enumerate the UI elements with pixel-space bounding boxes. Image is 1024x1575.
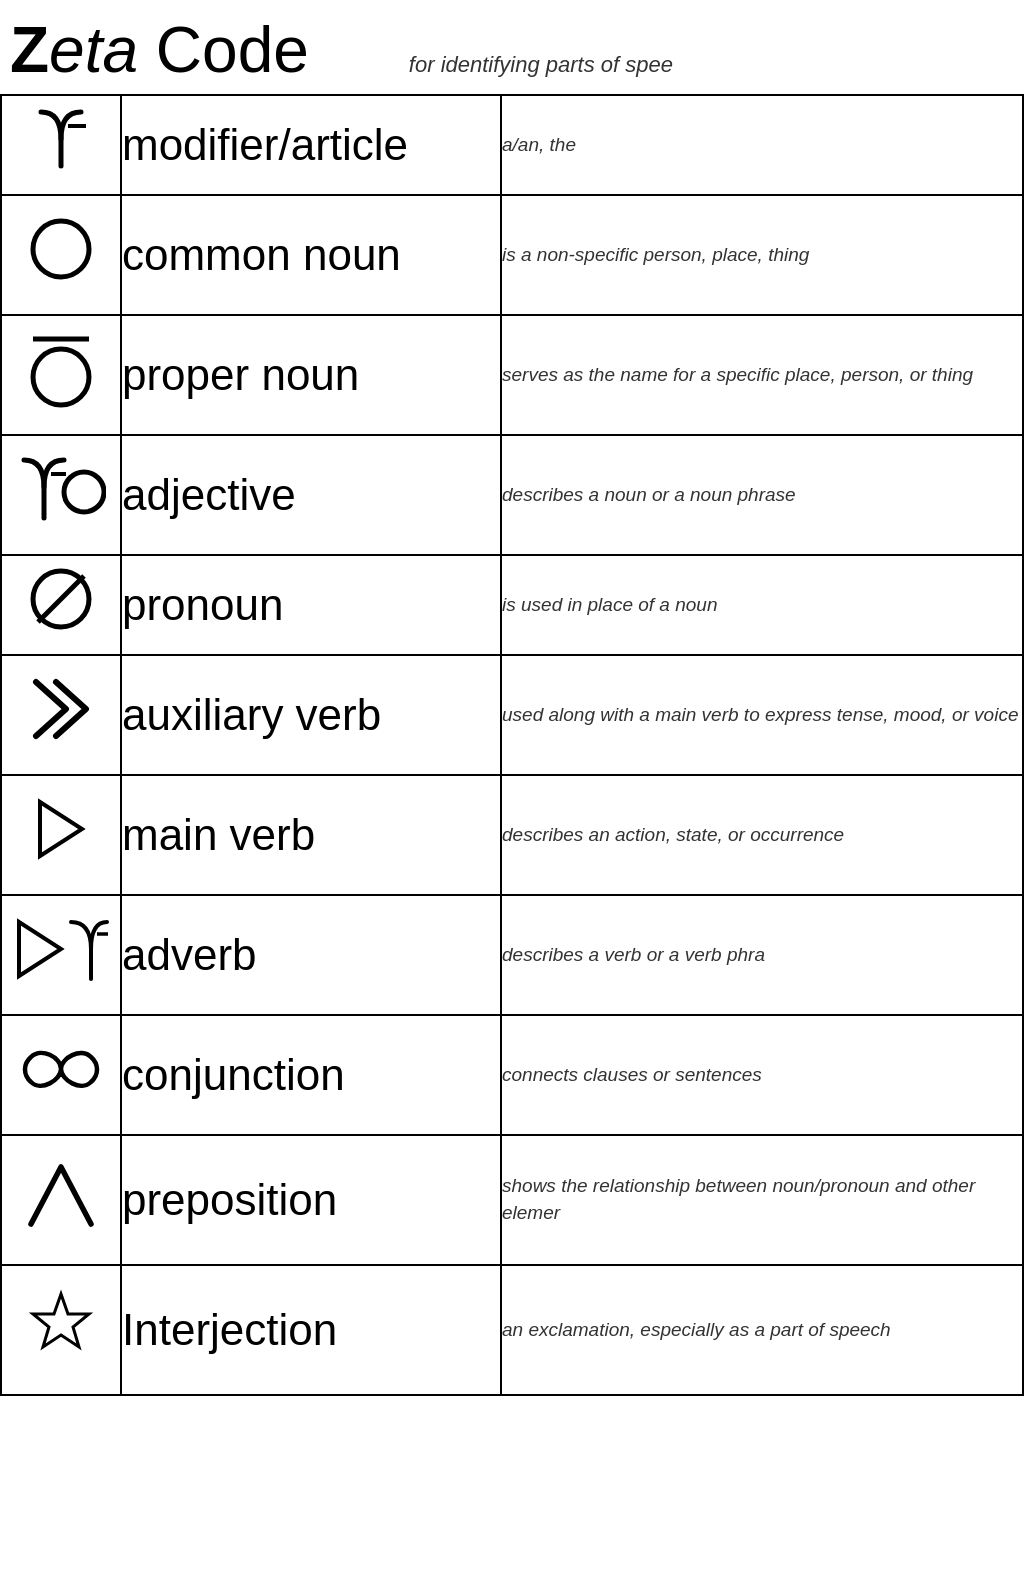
table-row: modifier/article a/an, the — [1, 95, 1023, 195]
main-verb-icon — [26, 794, 96, 864]
symbol-cell-preposition — [1, 1135, 121, 1265]
desc-cell-common: is a non-specific person, place, thing — [501, 195, 1023, 315]
desc-cell-conjunction: connects clauses or sentences — [501, 1015, 1023, 1135]
name-cell-modifier: modifier/article — [121, 95, 501, 195]
symbol-cell-adverb — [1, 895, 121, 1015]
parts-of-speech-table: modifier/article a/an, the common noun i… — [0, 94, 1024, 1396]
svg-marker-9 — [19, 922, 61, 976]
table-row: main verb describes an action, state, or… — [1, 775, 1023, 895]
table-row: pronoun is used in place of a noun — [1, 555, 1023, 655]
common-noun-icon — [26, 214, 96, 284]
name-cell-preposition: preposition — [121, 1135, 501, 1265]
svg-point-1 — [33, 221, 89, 277]
name-cell-main: main verb — [121, 775, 501, 895]
svg-marker-8 — [40, 802, 82, 856]
pronoun-icon — [26, 564, 96, 634]
table-row: proper noun serves as the name for a spe… — [1, 315, 1023, 435]
desc-cell-pronoun: is used in place of a noun — [501, 555, 1023, 655]
svg-marker-11 — [33, 1294, 89, 1347]
svg-point-3 — [33, 349, 89, 405]
symbol-cell-modifier — [1, 95, 121, 195]
conjunction-icon — [21, 1042, 101, 1097]
table-row: common noun is a non-specific person, pl… — [1, 195, 1023, 315]
page-container: Zeta Code for identifying parts of spee — [0, 0, 1024, 1396]
header-subtitle: for identifying parts of spee — [409, 52, 673, 78]
symbol-cell-conjunction — [1, 1015, 121, 1135]
desc-cell-preposition: shows the relationship between noun/pron… — [501, 1135, 1023, 1265]
symbol-cell-proper — [1, 315, 121, 435]
symbol-cell-auxiliary — [1, 655, 121, 775]
auxiliary-verb-icon — [26, 674, 96, 744]
name-cell-common: common noun — [121, 195, 501, 315]
name-cell-pronoun: pronoun — [121, 555, 501, 655]
table-row: auxiliary verb used along with a main ve… — [1, 655, 1023, 775]
name-cell-auxiliary: auxiliary verb — [121, 655, 501, 775]
table-row: adjective describes a noun or a noun phr… — [1, 435, 1023, 555]
desc-cell-interjection: an exclamation, especially as a part of … — [501, 1265, 1023, 1395]
symbol-cell-main — [1, 775, 121, 895]
name-cell-proper: proper noun — [121, 315, 501, 435]
table-row: Interjection an exclamation, especially … — [1, 1265, 1023, 1395]
desc-cell-auxiliary: used along with a main verb to express t… — [501, 655, 1023, 775]
desc-cell-adverb: describes a verb or a verb phra — [501, 895, 1023, 1015]
desc-cell-adjective: describes a noun or a noun phrase — [501, 435, 1023, 555]
symbol-cell-adjective — [1, 435, 121, 555]
name-cell-adverb: adverb — [121, 895, 501, 1015]
desc-cell-proper: serves as the name for a specific place,… — [501, 315, 1023, 435]
name-cell-interjection: Interjection — [121, 1265, 501, 1395]
interjection-icon — [26, 1289, 96, 1359]
symbol-cell-pronoun — [1, 555, 121, 655]
title-code: Code — [138, 14, 309, 86]
name-cell-conjunction: conjunction — [121, 1015, 501, 1135]
table-row: preposition shows the relationship betwe… — [1, 1135, 1023, 1265]
svg-point-5 — [64, 472, 104, 512]
table-row: conjunction connects clauses or sentence… — [1, 1015, 1023, 1135]
title-z: Z — [10, 14, 49, 86]
adjective-icon — [16, 454, 106, 524]
desc-cell-modifier: a/an, the — [501, 95, 1023, 195]
name-cell-adjective: adjective — [121, 435, 501, 555]
svg-line-7 — [38, 576, 84, 622]
page-title: Zeta Code — [10, 18, 309, 82]
adverb-icon — [11, 914, 111, 984]
desc-cell-main: describes an action, state, or occurrenc… — [501, 775, 1023, 895]
title-eta: eta — [49, 14, 138, 86]
symbol-cell-interjection — [1, 1265, 121, 1395]
modifier-icon — [26, 104, 96, 174]
preposition-icon — [26, 1159, 96, 1229]
table-row: adverb describes a verb or a verb phra — [1, 895, 1023, 1015]
symbol-cell-common — [1, 195, 121, 315]
proper-noun-icon — [26, 329, 96, 409]
header: Zeta Code for identifying parts of spee — [0, 0, 1024, 94]
